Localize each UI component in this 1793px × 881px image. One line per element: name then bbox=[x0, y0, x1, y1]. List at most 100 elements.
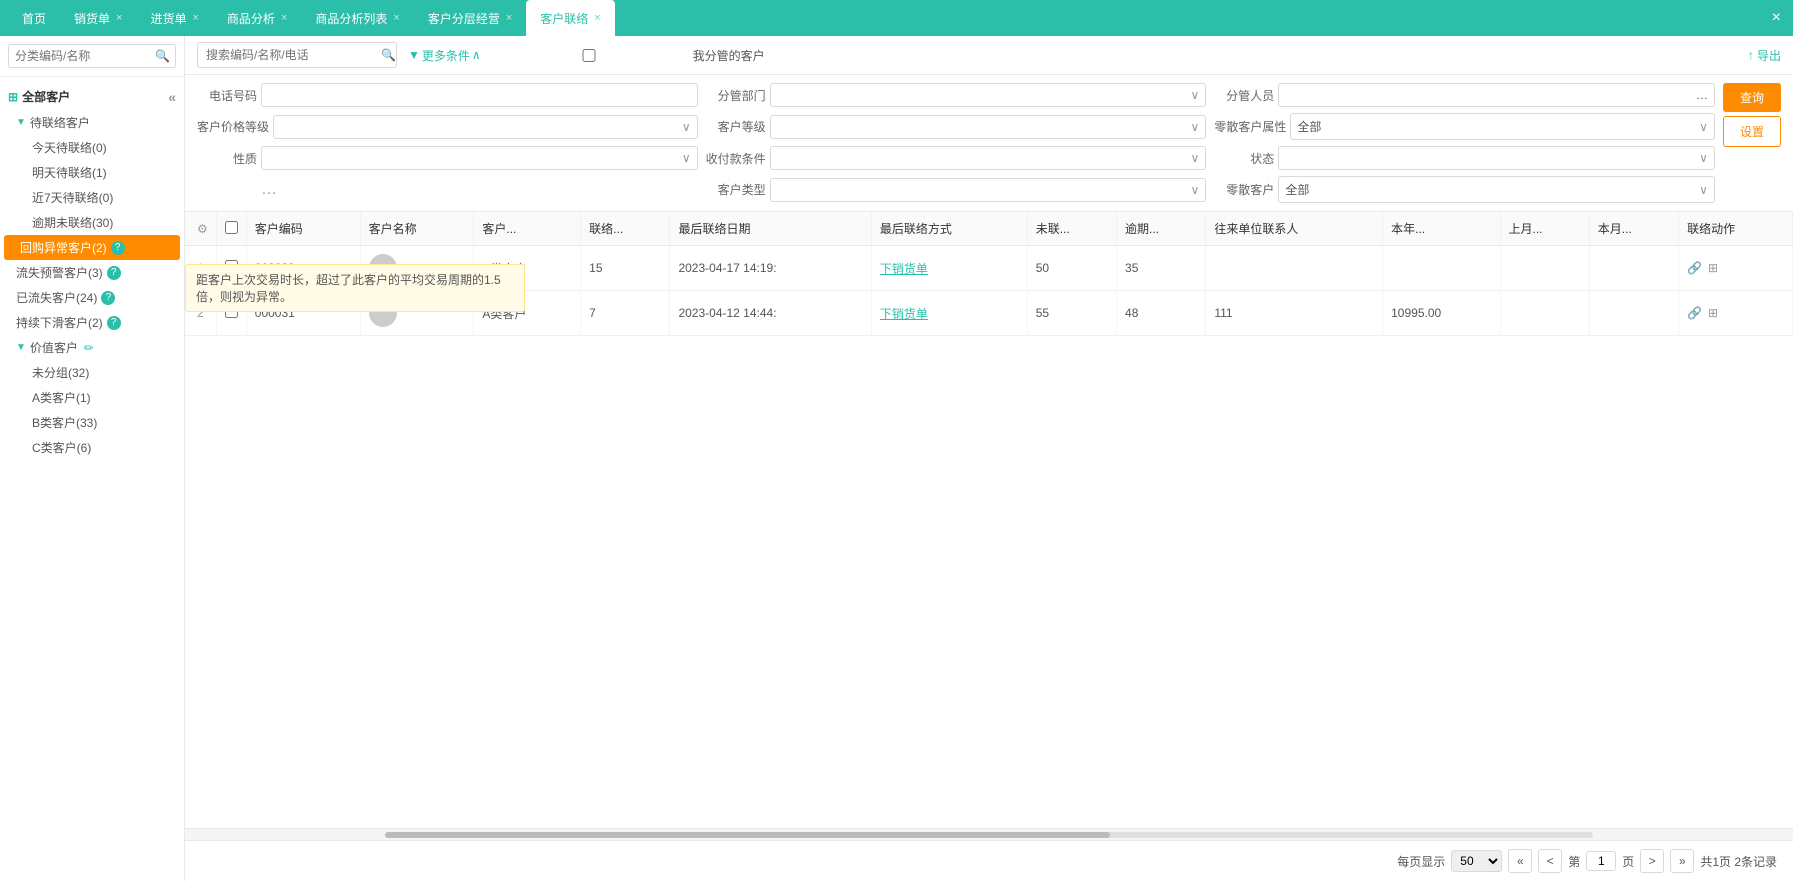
filter-field-price-tier: 客户价格等级 ∨ bbox=[197, 115, 698, 139]
sidebar-search-icon[interactable]: 🔍 bbox=[155, 49, 170, 63]
action-grid-icon-1[interactable]: ⊞ bbox=[1708, 261, 1718, 275]
manager-select[interactable]: … bbox=[1278, 83, 1715, 107]
my-customers-checkbox[interactable] bbox=[489, 49, 689, 62]
close-sales-icon[interactable]: × bbox=[116, 12, 122, 24]
sidebar-search-input[interactable] bbox=[8, 44, 176, 68]
nature-label: 性质 bbox=[197, 150, 257, 167]
close-customer-contact-icon[interactable]: × bbox=[594, 12, 600, 24]
scrollbar-thumb[interactable] bbox=[385, 832, 1110, 838]
payment-select[interactable]: ∨ bbox=[770, 146, 1207, 170]
row-last-method-2[interactable]: 下销货单 bbox=[871, 291, 1027, 336]
retail-customer-value: 全部 bbox=[1285, 181, 1309, 198]
price-tier-select[interactable]: ∨ bbox=[273, 115, 698, 139]
declining-info-icon[interactable]: ? bbox=[107, 316, 121, 330]
nav-item-product-list[interactable]: 商品分析列表 × bbox=[301, 0, 413, 36]
customer-type-arrow-icon: ∨ bbox=[1191, 183, 1200, 197]
sidebar-item-overdue[interactable]: 逾期未联络(30) bbox=[8, 210, 184, 235]
nature-arrow-icon: ∨ bbox=[682, 151, 691, 165]
row-current-year-2: 10995.00 bbox=[1383, 291, 1500, 336]
churn-warning-info-icon[interactable]: ? bbox=[107, 266, 121, 280]
export-btn[interactable]: ↑ 导出 bbox=[1748, 47, 1781, 64]
nav-item-sales[interactable]: 销货单 × bbox=[60, 0, 136, 36]
close-product-analysis-icon[interactable]: × bbox=[281, 12, 287, 24]
page-input[interactable] bbox=[1586, 851, 1616, 871]
row-last-method-1[interactable]: 下销货单 bbox=[871, 246, 1027, 291]
nav-item-purchase[interactable]: 进货单 × bbox=[136, 0, 212, 36]
my-customers-checkbox-label[interactable]: 我分管的客户 bbox=[489, 47, 765, 64]
customer-tier-arrow-icon: ∨ bbox=[1191, 120, 1200, 134]
department-select[interactable]: ∨ bbox=[770, 83, 1207, 107]
sidebar-item-class-b[interactable]: B类客户(33) bbox=[8, 410, 184, 435]
sidebar-item-class-a[interactable]: A类客户(1) bbox=[8, 385, 184, 410]
sidebar-item-churned[interactable]: 已流失客户(24) ? bbox=[0, 285, 184, 310]
extra-dots[interactable]: … bbox=[261, 181, 277, 199]
last-page-btn[interactable]: » bbox=[1670, 849, 1694, 873]
nav-item-customer-tier[interactable]: 客户分层经营 × bbox=[414, 0, 526, 36]
close-product-list-icon[interactable]: × bbox=[393, 12, 399, 24]
last-method-link-1[interactable]: 下销货单 bbox=[880, 262, 928, 276]
retail-customer-select[interactable]: 全部 ∨ bbox=[1278, 176, 1715, 203]
sidebar-item-churn-warning[interactable]: 流失预警客户(3) ? bbox=[0, 260, 184, 285]
filter-field-customer-tier: 客户等级 ∨ bbox=[706, 115, 1207, 139]
th-checkbox[interactable] bbox=[216, 212, 246, 246]
all-customers-header[interactable]: ⊞ 全部客户 « bbox=[0, 83, 184, 110]
search-input[interactable] bbox=[197, 42, 397, 68]
sidebar-item-declining[interactable]: 持续下滑客户(2) ? bbox=[0, 310, 184, 335]
action-grid-icon-2[interactable]: ⊞ bbox=[1708, 306, 1718, 320]
nav-item-product-analysis[interactable]: 商品分析 × bbox=[213, 0, 301, 36]
th-last-month: 上月... bbox=[1500, 212, 1589, 246]
value-edit-icon[interactable]: ✏ bbox=[84, 341, 94, 355]
filter-search-icon[interactable]: 🔍 bbox=[381, 48, 396, 62]
last-method-link-2[interactable]: 下销货单 bbox=[880, 307, 928, 321]
more-conditions-btn[interactable]: ▼ 更多条件 ∧ bbox=[408, 47, 481, 64]
settings-button[interactable]: 设置 bbox=[1723, 116, 1781, 147]
collapse-sidebar-icon[interactable]: « bbox=[168, 89, 176, 105]
status-select[interactable]: ∨ bbox=[1278, 146, 1715, 170]
action-link-icon-2[interactable]: 🔗 bbox=[1687, 306, 1702, 320]
phone-input[interactable] bbox=[261, 83, 698, 107]
top-nav: 首页 销货单 × 进货单 × 商品分析 × 商品分析列表 × 客户分层经营 × … bbox=[0, 0, 1793, 36]
horizontal-scrollbar[interactable] bbox=[185, 828, 1793, 840]
my-customers-label: 我分管的客户 bbox=[693, 47, 765, 64]
sidebar-group-pending: ▼ 待联络客户 今天待联络(0) 明天待联络(1) 近7天待联络(0) 逾期未联… bbox=[0, 110, 184, 235]
repurchase-info-icon[interactable]: ? bbox=[111, 241, 125, 255]
next-page-icon: > bbox=[1649, 854, 1656, 868]
retail-attr-select[interactable]: 全部 ∨ bbox=[1290, 113, 1715, 140]
window-close-button[interactable]: × bbox=[1772, 9, 1781, 27]
action-icons-1: 🔗 ⊞ bbox=[1687, 261, 1784, 275]
customer-tier-select[interactable]: ∨ bbox=[770, 115, 1207, 139]
select-all-checkbox[interactable] bbox=[225, 221, 238, 234]
close-customer-tier-icon[interactable]: × bbox=[506, 12, 512, 24]
th-settings[interactable]: ⚙ bbox=[185, 212, 216, 246]
query-button[interactable]: 查询 bbox=[1723, 83, 1781, 112]
payment-arrow-icon: ∨ bbox=[1191, 151, 1200, 165]
sidebar-item-tomorrow[interactable]: 明天待联络(1) bbox=[8, 160, 184, 185]
customer-type-label: 客户类型 bbox=[706, 181, 766, 198]
manager-dots[interactable]: … bbox=[1696, 88, 1708, 102]
close-purchase-icon[interactable]: × bbox=[192, 12, 198, 24]
department-arrow-icon: ∨ bbox=[1191, 88, 1200, 102]
sidebar-item-repurchase-abnormal[interactable]: 回购异常客户(2) ? bbox=[4, 235, 180, 260]
sidebar-item-today[interactable]: 今天待联络(0) bbox=[8, 135, 184, 160]
per-page-select[interactable]: 50 100 200 bbox=[1451, 850, 1502, 872]
prev-page-btn[interactable]: < bbox=[1538, 849, 1562, 873]
sidebar-item-class-c[interactable]: C类客户(6) bbox=[8, 435, 184, 460]
nature-select[interactable]: ∨ bbox=[261, 146, 698, 170]
sidebar-item-unclassified[interactable]: 未分组(32) bbox=[8, 360, 184, 385]
nav-item-home[interactable]: 首页 bbox=[8, 0, 60, 36]
customer-type-select[interactable]: ∨ bbox=[770, 178, 1207, 202]
action-link-icon-1[interactable]: 🔗 bbox=[1687, 261, 1702, 275]
value-customers-header[interactable]: ▼ 价值客户 ✏ bbox=[8, 335, 184, 360]
nav-item-customer-contact[interactable]: 客户联络 × bbox=[526, 0, 614, 36]
churned-info-icon[interactable]: ? bbox=[101, 291, 115, 305]
next-page-btn[interactable]: > bbox=[1640, 849, 1664, 873]
sidebar-tree: ⊞ 全部客户 « ▼ 待联络客户 今天待联络(0) 明天待联络(1) 近7天待联… bbox=[0, 77, 184, 881]
pending-contacts-header[interactable]: ▼ 待联络客户 bbox=[8, 110, 184, 135]
row-uncontacted-1: 50 bbox=[1027, 246, 1116, 291]
th-customer-type: 客户... bbox=[474, 212, 581, 246]
scrollbar-track[interactable] bbox=[385, 832, 1593, 838]
filter-icon: ▼ bbox=[408, 48, 420, 62]
row-contact-count-1: 15 bbox=[581, 246, 670, 291]
first-page-btn[interactable]: « bbox=[1508, 849, 1532, 873]
sidebar-item-7days[interactable]: 近7天待联络(0) bbox=[8, 185, 184, 210]
